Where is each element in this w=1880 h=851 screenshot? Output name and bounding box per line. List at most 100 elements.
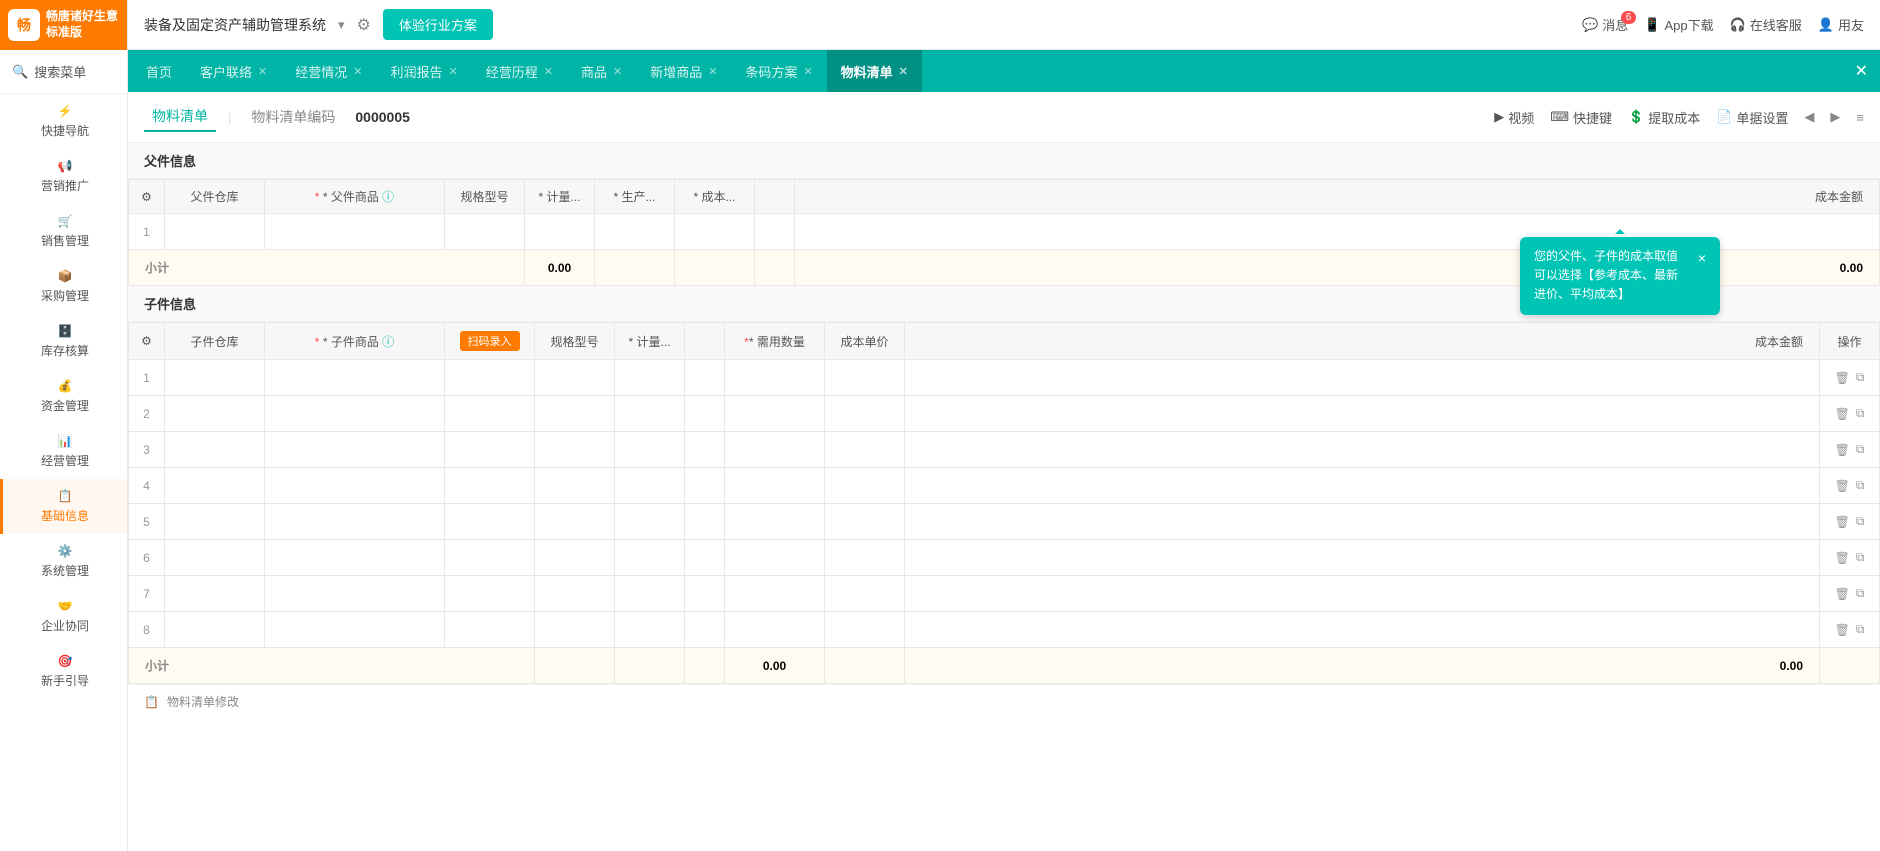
sidebar-item-guide[interactable]: 🎯 新手引导 xyxy=(0,644,127,699)
child-cell-warehouse-1[interactable] xyxy=(165,360,265,396)
child-cell-unit-price-6[interactable] xyxy=(825,540,905,576)
child-cell-spec-7[interactable] xyxy=(535,576,615,612)
child-cell-warehouse-2[interactable] xyxy=(165,396,265,432)
child-cell-spec-5[interactable] xyxy=(535,504,615,540)
tab-business[interactable]: 经营情况 ✕ xyxy=(281,50,376,92)
child-cell-qty-1[interactable] xyxy=(725,360,825,396)
copy-icon-8[interactable]: ⧉ xyxy=(1856,622,1865,637)
tab-bom-close[interactable]: ✕ xyxy=(899,65,908,78)
tab-customer-close[interactable]: ✕ xyxy=(258,65,267,78)
tab-profit[interactable]: 利润报告 ✕ xyxy=(376,50,471,92)
child-cell-spec-1[interactable] xyxy=(535,360,615,396)
parent-cell-cost-1[interactable] xyxy=(675,214,755,250)
child-cell-unit-price-7[interactable] xyxy=(825,576,905,612)
child-cell-warehouse-7[interactable] xyxy=(165,576,265,612)
child-cell-unit-8[interactable] xyxy=(615,612,685,648)
settings-icon[interactable]: ⚙ xyxy=(357,15,371,35)
child-cell-unit-5[interactable] xyxy=(615,504,685,540)
copy-icon-5[interactable]: ⧉ xyxy=(1856,514,1865,529)
child-cell-unit-3[interactable] xyxy=(615,432,685,468)
tab-barcode[interactable]: 条码方案 ✕ xyxy=(731,50,826,92)
sidebar-item-sales[interactable]: 🛒 销售管理 xyxy=(0,204,127,259)
child-cell-unit-6[interactable] xyxy=(615,540,685,576)
tab-history[interactable]: 经营历程 ✕ xyxy=(472,50,567,92)
child-cell-unit-price-2[interactable] xyxy=(825,396,905,432)
child-cell-qty-4[interactable] xyxy=(725,468,825,504)
child-cell-warehouse-4[interactable] xyxy=(165,468,265,504)
child-cell-product-8[interactable] xyxy=(265,612,445,648)
copy-icon-2[interactable]: ⧉ xyxy=(1856,406,1865,421)
sidebar-item-basic[interactable]: 📋 基础信息 xyxy=(0,479,127,534)
child-cell-product-5[interactable] xyxy=(265,504,445,540)
delete-icon-8[interactable]: 🗑 xyxy=(1835,623,1850,637)
parent-cell-production-1[interactable] xyxy=(595,214,675,250)
delete-icon-2[interactable]: 🗑 xyxy=(1835,407,1850,421)
tooltip-close-button[interactable]: × xyxy=(1698,247,1706,269)
child-cell-spec-4[interactable] xyxy=(535,468,615,504)
shortcut-action[interactable]: ⌨ 快捷键 xyxy=(1550,108,1612,127)
child-cell-spec-2[interactable] xyxy=(535,396,615,432)
child-cell-product-3[interactable] xyxy=(265,432,445,468)
trial-button[interactable]: 体验行业方案 xyxy=(383,9,493,40)
search-menu-button[interactable]: 🔍 搜索菜单 xyxy=(8,58,119,85)
copy-icon-6[interactable]: ⧉ xyxy=(1856,550,1865,565)
app-download-action[interactable]: 📱 App下载 xyxy=(1644,15,1713,34)
sidebar-item-inventory[interactable]: 🗄️ 库存核算 xyxy=(0,314,127,369)
delete-icon-7[interactable]: 🗑 xyxy=(1835,587,1850,601)
child-cell-unit-price-8[interactable] xyxy=(825,612,905,648)
copy-icon-4[interactable]: ⧉ xyxy=(1856,478,1865,493)
user-action[interactable]: 👤 用友 xyxy=(1818,15,1864,34)
close-all-tabs[interactable]: ✕ xyxy=(1847,61,1876,81)
delete-icon-5[interactable]: 🗑 xyxy=(1835,515,1850,529)
tab-product-close[interactable]: ✕ xyxy=(613,65,622,78)
child-cell-spec-8[interactable] xyxy=(535,612,615,648)
delete-icon-6[interactable]: 🗑 xyxy=(1835,551,1850,565)
sidebar-item-quicknav[interactable]: ⚡ 快捷导航 xyxy=(0,94,127,149)
child-cell-qty-8[interactable] xyxy=(725,612,825,648)
child-cell-warehouse-8[interactable] xyxy=(165,612,265,648)
child-cell-unit-price-1[interactable] xyxy=(825,360,905,396)
child-cell-qty-3[interactable] xyxy=(725,432,825,468)
tab-customer[interactable]: 客户联络 ✕ xyxy=(186,50,281,92)
nav-prev[interactable]: ◀ xyxy=(1804,109,1814,125)
child-cell-unit-1[interactable] xyxy=(615,360,685,396)
child-cell-unit-7[interactable] xyxy=(615,576,685,612)
sidebar-item-purchase[interactable]: 📦 采购管理 xyxy=(0,259,127,314)
parent-cell-warehouse-1[interactable] xyxy=(165,214,265,250)
single-settings-action[interactable]: 📄 单据设置 xyxy=(1716,108,1788,127)
nav-next[interactable]: ▶ xyxy=(1830,109,1840,125)
tab-new-product[interactable]: 新增商品 ✕ xyxy=(636,50,731,92)
copy-icon-7[interactable]: ⧉ xyxy=(1856,586,1865,601)
child-col-settings[interactable]: ⚙ xyxy=(129,323,165,360)
child-cell-warehouse-6[interactable] xyxy=(165,540,265,576)
child-cell-qty-6[interactable] xyxy=(725,540,825,576)
tab-profit-close[interactable]: ✕ xyxy=(449,65,458,78)
tab-home[interactable]: 首页 xyxy=(132,50,186,92)
child-cell-product-1[interactable] xyxy=(265,360,445,396)
child-cell-unit-4[interactable] xyxy=(615,468,685,504)
parent-col-settings[interactable]: ⚙ xyxy=(129,180,165,214)
child-cell-unit-price-4[interactable] xyxy=(825,468,905,504)
tab-product[interactable]: 商品 ✕ xyxy=(567,50,636,92)
child-cell-unit-2[interactable] xyxy=(615,396,685,432)
child-cell-qty-5[interactable] xyxy=(725,504,825,540)
page-tab-bom-list[interactable]: 物料清单 xyxy=(144,102,216,132)
child-cell-unit-price-3[interactable] xyxy=(825,432,905,468)
sidebar-item-enterprise[interactable]: 🤝 企业协同 xyxy=(0,589,127,644)
child-cell-qty-2[interactable] xyxy=(725,396,825,432)
tab-history-close[interactable]: ✕ xyxy=(544,65,553,78)
child-cell-warehouse-5[interactable] xyxy=(165,504,265,540)
child-cell-unit-price-5[interactable] xyxy=(825,504,905,540)
child-cell-product-6[interactable] xyxy=(265,540,445,576)
child-cell-product-7[interactable] xyxy=(265,576,445,612)
message-action[interactable]: 💬 消息 6 xyxy=(1582,15,1628,34)
sidebar-item-finance[interactable]: 💰 资金管理 xyxy=(0,369,127,424)
parent-cell-spec-1[interactable] xyxy=(445,214,525,250)
parent-cell-unit-1[interactable] xyxy=(525,214,595,250)
child-cell-product-2[interactable] xyxy=(265,396,445,432)
parent-cell-product-1[interactable] xyxy=(265,214,445,250)
child-cell-warehouse-3[interactable] xyxy=(165,432,265,468)
delete-icon-4[interactable]: 🗑 xyxy=(1835,479,1850,493)
child-cell-qty-7[interactable] xyxy=(725,576,825,612)
delete-icon-1[interactable]: 🗑 xyxy=(1835,371,1850,385)
